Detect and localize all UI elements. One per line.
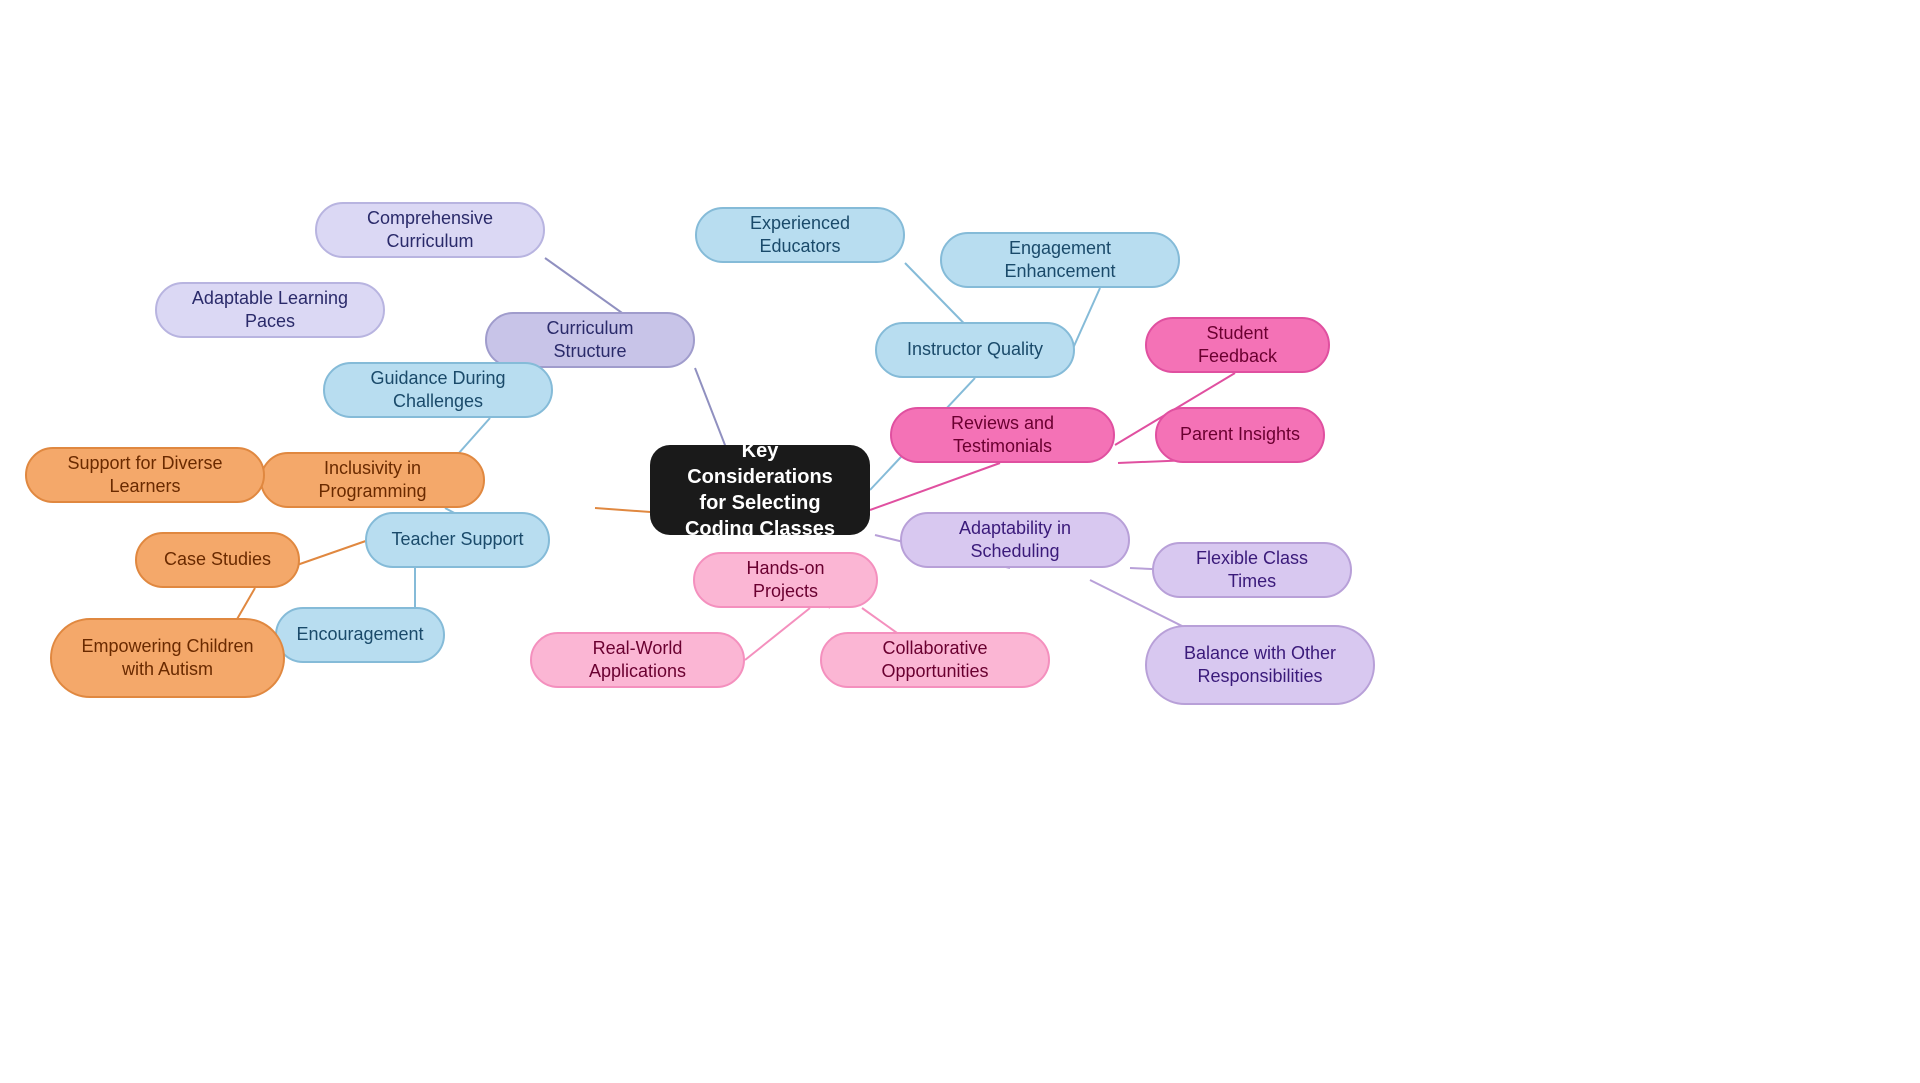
support-diverse-label: Support for Diverse Learners <box>49 452 241 499</box>
student-feedback-node: Student Feedback <box>1145 317 1330 373</box>
balance-responsibilities-node: Balance with Other Responsibilities <box>1145 625 1375 705</box>
teacher-support-node: Teacher Support <box>365 512 550 568</box>
comprehensive-curriculum-label: Comprehensive Curriculum <box>339 207 521 254</box>
inclusivity-programming-node: Inclusivity in Programming <box>260 452 485 508</box>
collaborative-opportunities-node: Collaborative Opportunities <box>820 632 1050 688</box>
encouragement-label: Encouragement <box>296 623 423 646</box>
experienced-educators-node: Experienced Educators <box>695 207 905 263</box>
curriculum-structure-node: Curriculum Structure <box>485 312 695 368</box>
balance-responsibilities-label: Balance with Other Responsibilities <box>1169 642 1351 689</box>
center-node: Key Considerations for Selecting Coding … <box>650 445 870 535</box>
guidance-challenges-node: Guidance During Challenges <box>323 362 553 418</box>
case-studies-label: Case Studies <box>164 548 271 571</box>
empowering-children-label: Empowering Children with Autism <box>74 635 261 682</box>
flexible-class-times-label: Flexible Class Times <box>1176 547 1328 594</box>
adaptable-learning-label: Adaptable Learning Paces <box>179 287 361 334</box>
teacher-support-label: Teacher Support <box>391 528 523 551</box>
parent-insights-node: Parent Insights <box>1155 407 1325 463</box>
case-studies-node: Case Studies <box>135 532 300 588</box>
hands-on-projects-label: Hands-on Projects <box>717 557 854 604</box>
engagement-enhancement-node: Engagement Enhancement <box>940 232 1180 288</box>
adaptability-scheduling-node: Adaptability in Scheduling <box>900 512 1130 568</box>
instructor-quality-node: Instructor Quality <box>875 322 1075 378</box>
center-label: Key Considerations for Selecting Coding … <box>672 438 848 542</box>
comprehensive-curriculum-node: Comprehensive Curriculum <box>315 202 545 258</box>
student-feedback-label: Student Feedback <box>1169 322 1306 369</box>
inclusivity-label: Inclusivity in Programming <box>284 457 461 504</box>
guidance-challenges-label: Guidance During Challenges <box>347 367 529 414</box>
encouragement-node: Encouragement <box>275 607 445 663</box>
reviews-testimonials-node: Reviews and Testimonials <box>890 407 1115 463</box>
parent-insights-label: Parent Insights <box>1180 423 1300 446</box>
engagement-enhancement-label: Engagement Enhancement <box>964 237 1156 284</box>
reviews-testimonials-label: Reviews and Testimonials <box>914 412 1091 459</box>
collaborative-opportunities-label: Collaborative Opportunities <box>844 637 1026 684</box>
flexible-class-times-node: Flexible Class Times <box>1152 542 1352 598</box>
hands-on-projects-node: Hands-on Projects <box>693 552 878 608</box>
instructor-quality-label: Instructor Quality <box>907 338 1043 361</box>
adaptable-learning-node: Adaptable Learning Paces <box>155 282 385 338</box>
adaptability-scheduling-label: Adaptability in Scheduling <box>924 517 1106 564</box>
real-world-applications-node: Real-World Applications <box>530 632 745 688</box>
empowering-children-node: Empowering Children with Autism <box>50 618 285 698</box>
curriculum-structure-label: Curriculum Structure <box>509 317 671 364</box>
experienced-educators-label: Experienced Educators <box>719 212 881 259</box>
support-diverse-node: Support for Diverse Learners <box>25 447 265 503</box>
real-world-applications-label: Real-World Applications <box>554 637 721 684</box>
